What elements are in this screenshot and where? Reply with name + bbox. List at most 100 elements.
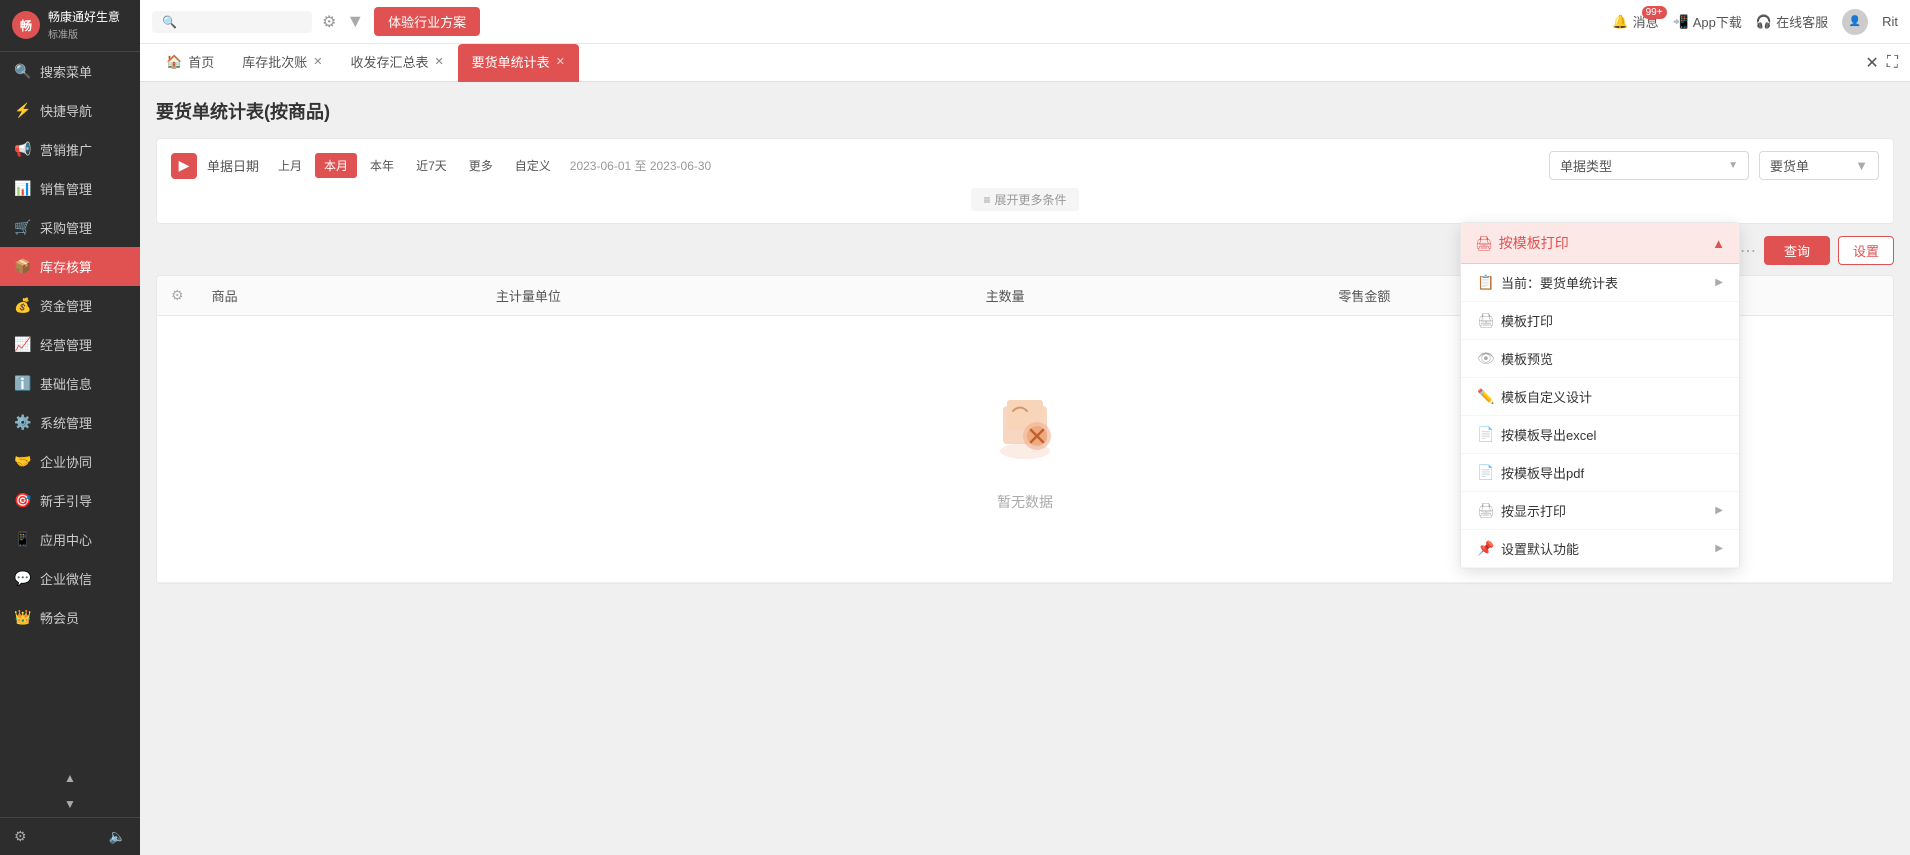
tab-receipts-summary[interactable]: 收发存汇总表 ✕ bbox=[336, 44, 457, 82]
filter-date-last-7days[interactable]: 近7天 bbox=[407, 153, 456, 178]
sidebar-item-finance[interactable]: 💰 资金管理 bbox=[0, 286, 140, 325]
sidebar-item-label: 库存核算 bbox=[40, 257, 92, 276]
sidebar-item-system[interactable]: ⚙️ 系统管理 bbox=[0, 403, 140, 442]
dropdown-header-arrow-icon[interactable]: ▲ bbox=[1712, 236, 1725, 251]
user-avatar[interactable]: 👤 bbox=[1842, 9, 1868, 35]
template-custom-icon: ✏️ bbox=[1477, 388, 1493, 405]
table-header-extra bbox=[1746, 276, 1893, 316]
online-service-button[interactable]: 🎧 在线客服 bbox=[1756, 12, 1828, 31]
topbar-search-box[interactable]: 🔍 bbox=[152, 11, 312, 33]
sidebar-item-label: 快捷导航 bbox=[40, 101, 92, 120]
dropdown-item-current[interactable]: 📋 当前：要货单统计表 ▶ bbox=[1461, 264, 1739, 302]
sales-icon: 📊 bbox=[14, 180, 32, 197]
filter-date-prev-month[interactable]: 上月 bbox=[269, 153, 311, 178]
sidebar-item-search[interactable]: 🔍 搜索菜单 bbox=[0, 52, 140, 91]
order-type-select[interactable]: 单据类型 ▼ bbox=[1549, 151, 1749, 180]
sidebar-item-basics[interactable]: ℹ️ 基础信息 bbox=[0, 364, 140, 403]
query-button[interactable]: 查询 bbox=[1764, 236, 1830, 265]
filter-date-current-month[interactable]: 本月 bbox=[315, 153, 357, 178]
tab-close-order-stats[interactable]: ✕ bbox=[556, 55, 565, 68]
filter-date-more[interactable]: 更多 bbox=[460, 153, 502, 178]
filter-row: ▶ 单据日期 上月 本月 本年 近7天 更多 自定义 2023-06-01 至 … bbox=[171, 151, 1879, 180]
topbar-settings-icon[interactable]: ⚙ bbox=[322, 12, 336, 32]
more-options-icon[interactable]: ⋯ bbox=[1740, 241, 1756, 261]
settings-button[interactable]: 设置 bbox=[1838, 236, 1894, 265]
member-icon: 👑 bbox=[14, 609, 32, 626]
sidebar-brand-sub: 标准版 bbox=[48, 26, 120, 41]
sidebar-item-member[interactable]: 👑 畅会员 bbox=[0, 598, 140, 637]
dropdown-item-template-custom[interactable]: ✏️ 模板自定义设计 bbox=[1461, 378, 1739, 416]
tab-order-stats[interactable]: 要货单统计表 ✕ bbox=[458, 44, 579, 82]
sidebar-item-label: 经营管理 bbox=[40, 335, 92, 354]
tabs-actions: ✕ ⛶ bbox=[1865, 53, 1898, 73]
sidebar-item-inventory[interactable]: 📦 库存核算 bbox=[0, 247, 140, 286]
tab-home[interactable]: 🏠 首页 bbox=[152, 44, 228, 82]
tab-close-inventory-batch[interactable]: ✕ bbox=[313, 55, 322, 68]
sidebar-item-wechat[interactable]: 💬 企业微信 bbox=[0, 559, 140, 598]
footer-sound-icon[interactable]: 🔈 bbox=[109, 828, 126, 845]
filter-date-range: 2023-06-01 至 2023-06-30 bbox=[570, 157, 711, 174]
tab-close-receipts-summary[interactable]: ✕ bbox=[434, 55, 443, 68]
filter-expand-button[interactable]: ▶ bbox=[171, 153, 197, 179]
template-print-dropdown: 🖨 按模板打印 ▲ 📋 当前：要货单统计表 ▶ 🖨 模板打印 👁 bbox=[1460, 222, 1740, 569]
trial-button[interactable]: 体验行业方案 bbox=[374, 7, 480, 36]
tab-expand-icon[interactable]: ⛶ bbox=[1887, 54, 1898, 72]
filter-date-current-year[interactable]: 本年 bbox=[361, 153, 403, 178]
tab-close-all-icon[interactable]: ✕ bbox=[1865, 53, 1878, 73]
filter-more-row: ≡ 展开更多条件 bbox=[171, 188, 1879, 211]
search-icon: 🔍 bbox=[14, 63, 32, 80]
avatar-icon: 👤 bbox=[1849, 16, 1861, 27]
display-print-arrow-icon: ▶ bbox=[1715, 505, 1723, 516]
dropdown-item-template-export-pdf[interactable]: 📄 按模板导出pdf bbox=[1461, 454, 1739, 492]
filter-date-custom[interactable]: 自定义 bbox=[506, 153, 560, 178]
sidebar-item-purchase[interactable]: 🛒 采购管理 bbox=[0, 208, 140, 247]
sidebar-scroll-up[interactable]: ▲ bbox=[0, 765, 140, 791]
order-status-filter[interactable]: 要货单 ▼ bbox=[1759, 151, 1879, 180]
order-status-icon: ▼ bbox=[1855, 158, 1868, 173]
sidebar-item-operations[interactable]: 📈 经营管理 bbox=[0, 325, 140, 364]
system-icon: ⚙️ bbox=[14, 414, 32, 431]
topbar-search-icon: 🔍 bbox=[162, 15, 177, 29]
sidebar-item-enterprise[interactable]: 🤝 企业协同 bbox=[0, 442, 140, 481]
tab-inventory-batch[interactable]: 库存批次账 ✕ bbox=[228, 44, 336, 82]
filter-expand-more-button[interactable]: ≡ 展开更多条件 bbox=[971, 188, 1078, 211]
sidebar-item-label: 搜索菜单 bbox=[40, 62, 92, 81]
topbar-right: 🔔 消息 99+ 📲 App下载 🎧 在线客服 👤 Rit bbox=[1612, 9, 1898, 35]
enterprise-icon: 🤝 bbox=[14, 453, 32, 470]
sidebar-item-quick-nav[interactable]: ⚡ 快捷导航 bbox=[0, 91, 140, 130]
excel-icon: 📄 bbox=[1477, 426, 1493, 443]
dropdown-item-current-left: 📋 当前：要货单统计表 bbox=[1477, 273, 1618, 292]
dropdown-item-template-custom-label: 模板自定义设计 bbox=[1501, 387, 1592, 406]
sidebar-item-label: 企业协同 bbox=[40, 452, 92, 471]
dropdown-item-template-print[interactable]: 🖨 模板打印 bbox=[1461, 302, 1739, 340]
dropdown-item-display-print[interactable]: 🖨 按显示打印 ▶ bbox=[1461, 492, 1739, 530]
app-download-button[interactable]: 📲 App下载 bbox=[1673, 12, 1742, 31]
column-settings-icon[interactable]: ⚙ bbox=[171, 287, 184, 303]
empty-text: 暂无数据 bbox=[997, 492, 1053, 512]
sidebar: 畅 畅康通好生意 标准版 🔍 搜索菜单 ⚡ 快捷导航 📢 营销推广 📊 销售管理… bbox=[0, 0, 140, 855]
footer-settings-icon[interactable]: ⚙ bbox=[14, 828, 27, 845]
sidebar-item-guide[interactable]: 🎯 新手引导 bbox=[0, 481, 140, 520]
message-badge: 99+ bbox=[1642, 6, 1667, 19]
dropdown-item-set-default[interactable]: 📌 设置默认功能 ▶ bbox=[1461, 530, 1739, 568]
sidebar-item-label: 企业微信 bbox=[40, 569, 92, 588]
topbar-dropdown-icon[interactable]: ▼ bbox=[346, 11, 364, 32]
download-icon: 📲 bbox=[1673, 14, 1689, 30]
message-button[interactable]: 🔔 消息 99+ bbox=[1612, 12, 1658, 31]
pdf-icon: 📄 bbox=[1477, 464, 1493, 481]
finance-icon: 💰 bbox=[14, 297, 32, 314]
sidebar-scroll-down[interactable]: ▼ bbox=[0, 791, 140, 817]
sidebar-item-sales[interactable]: 📊 销售管理 bbox=[0, 169, 140, 208]
tabs-bar: 🏠 首页 库存批次账 ✕ 收发存汇总表 ✕ 要货单统计表 ✕ ✕ ⛶ bbox=[140, 44, 1910, 82]
dropdown-item-template-export-excel[interactable]: 📄 按模板导出excel bbox=[1461, 416, 1739, 454]
dropdown-item-template-print-label: 模板打印 bbox=[1501, 311, 1553, 330]
sidebar-item-marketing[interactable]: 📢 营销推广 bbox=[0, 130, 140, 169]
set-default-arrow-icon: ▶ bbox=[1715, 543, 1723, 554]
sidebar-item-app-center[interactable]: 📱 应用中心 bbox=[0, 520, 140, 559]
table-header-settings[interactable]: ⚙ bbox=[157, 276, 198, 316]
dropdown-item-template-preview[interactable]: 👁 模板预览 bbox=[1461, 340, 1739, 378]
select-arrow-icon: ▼ bbox=[1728, 160, 1738, 171]
dropdown-item-pdf-label: 按模板导出pdf bbox=[1501, 463, 1584, 482]
table-header-product: 商品 bbox=[198, 276, 482, 316]
content-area: 要货单统计表(按商品) ▶ 单据日期 上月 本月 本年 近7天 更多 自定义 2… bbox=[140, 82, 1910, 855]
